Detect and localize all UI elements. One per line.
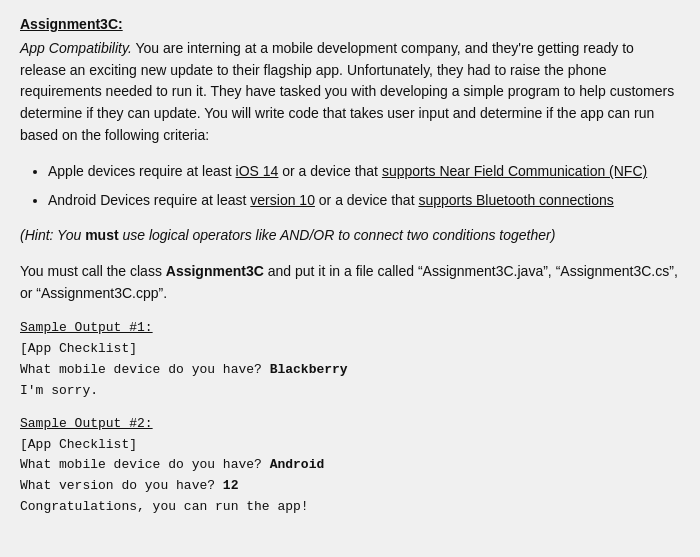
class-text-start: You must call the class: [20, 263, 166, 279]
sample2-bold-device: Android: [270, 457, 325, 472]
hint-bold: must: [85, 227, 118, 243]
sample2-line2: What mobile device do you have? Android: [20, 457, 324, 472]
android-text-start: Android Devices require at least: [48, 192, 250, 208]
sample1-bold-word: Blackberry: [270, 362, 348, 377]
hint-end: use logical operators like AND/OR to con…: [119, 227, 556, 243]
apple-text-mid: or a device that: [278, 163, 382, 179]
class-bold: Assignment3C: [166, 263, 264, 279]
sample2-code: [App Checklist] What mobile device do yo…: [20, 435, 680, 518]
sample1-title: Sample Output #1:: [20, 320, 680, 335]
intro-italic: App Compatibility.: [20, 40, 132, 56]
android-version-underline: version 10: [250, 192, 315, 208]
sample1-code: [App Checklist] What mobile device do yo…: [20, 339, 680, 401]
apple-text-start: Apple devices require at least: [48, 163, 236, 179]
hint-paragraph: (Hint: You must use logical operators li…: [20, 225, 680, 247]
sample2-line1: [App Checklist]: [20, 437, 137, 452]
assignment-title: Assignment3C:: [20, 16, 680, 32]
android-bt-underline: supports Bluetooth connections: [418, 192, 613, 208]
sample2-title: Sample Output #2:: [20, 416, 680, 431]
bullet-apple: Apple devices require at least iOS 14 or…: [48, 160, 680, 182]
sample-output-1: Sample Output #1: [App Checklist] What m…: [20, 320, 680, 401]
sample1-line2: What mobile device do you have? Blackber…: [20, 362, 348, 377]
hint-start: (Hint: You: [20, 227, 85, 243]
sample2-line4: Congratulations, you can run the app!: [20, 499, 309, 514]
assignment-container: Assignment3C: App Compatibility. You are…: [20, 16, 680, 518]
intro-paragraph: App Compatibility. You are interning at …: [20, 38, 680, 146]
bullet-android: Android Devices require at least version…: [48, 189, 680, 211]
class-paragraph: You must call the class Assignment3C and…: [20, 261, 680, 304]
sample1-line1: [App Checklist]: [20, 341, 137, 356]
sample-output-2: Sample Output #2: [App Checklist] What m…: [20, 416, 680, 518]
apple-ios-underline: iOS 14: [236, 163, 279, 179]
sample1-line3: I'm sorry.: [20, 383, 98, 398]
android-text-mid: or a device that: [315, 192, 419, 208]
sample2-line3: What version do you have? 12: [20, 478, 238, 493]
sample2-bold-version: 12: [223, 478, 239, 493]
criteria-list: Apple devices require at least iOS 14 or…: [48, 160, 680, 211]
apple-nfc-underline: supports Near Field Communication (NFC): [382, 163, 647, 179]
